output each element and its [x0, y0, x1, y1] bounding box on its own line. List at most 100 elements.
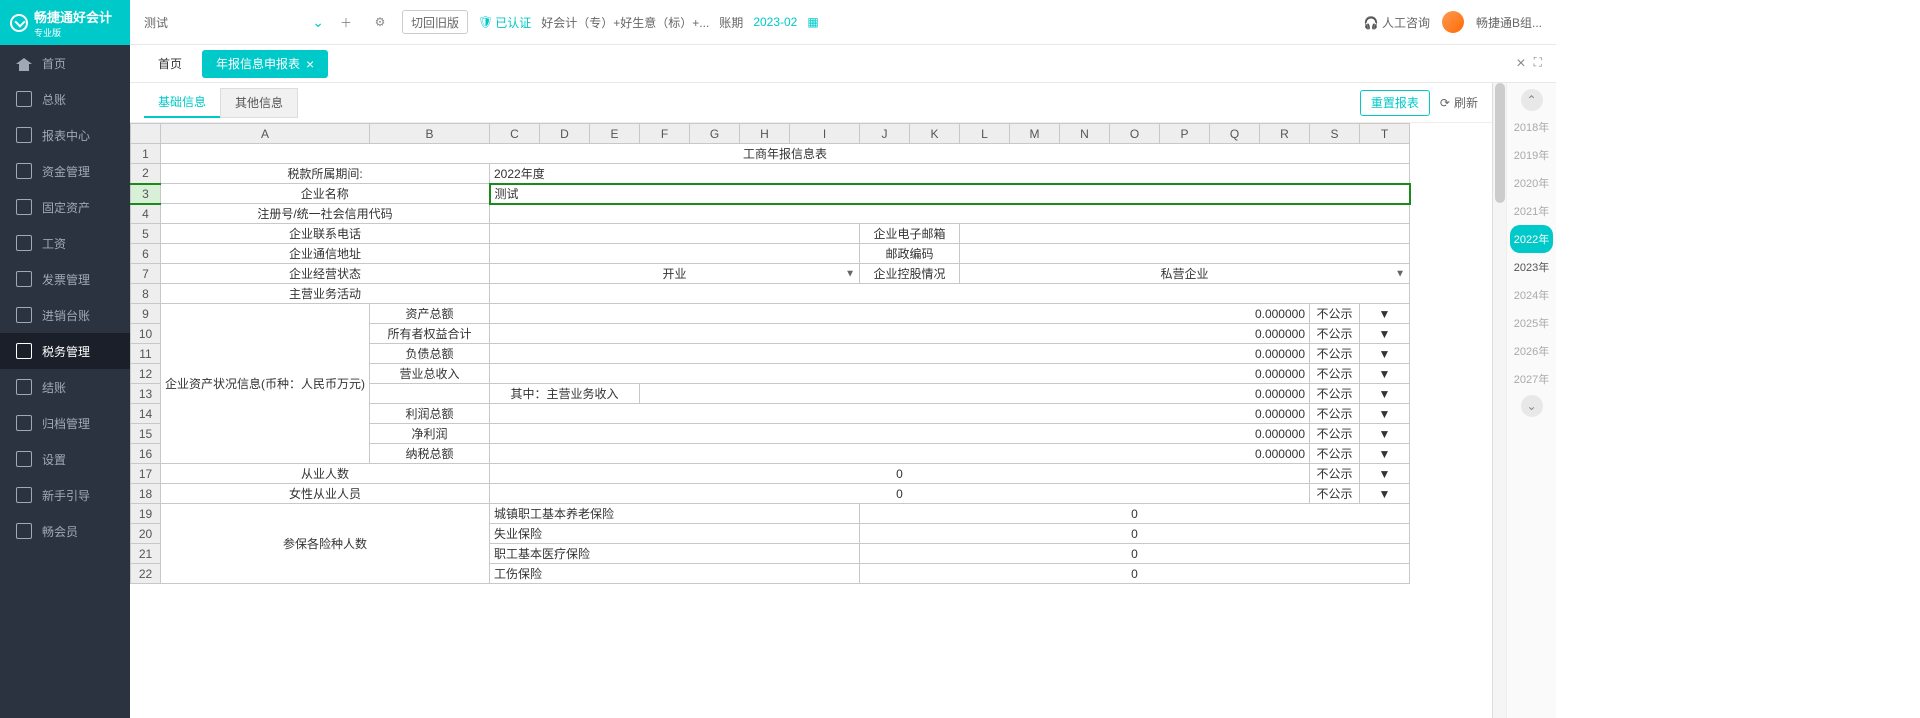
- col-Q[interactable]: Q: [1210, 124, 1260, 144]
- disclose-arrow-18[interactable]: ▼: [1360, 484, 1410, 504]
- disclose-13[interactable]: 不公示: [1310, 384, 1360, 404]
- nav-stock[interactable]: 进销台账: [0, 297, 130, 333]
- col-N[interactable]: N: [1060, 124, 1110, 144]
- year-2025年[interactable]: 2025年: [1510, 309, 1553, 337]
- scrollbar-thumb[interactable]: [1495, 83, 1505, 203]
- year-up-button[interactable]: ⌃: [1521, 89, 1543, 111]
- disclose-arrow-11[interactable]: ▼: [1360, 344, 1410, 364]
- mainbiz-cell[interactable]: [490, 284, 1410, 304]
- disclose-10[interactable]: 不公示: [1310, 324, 1360, 344]
- row-12[interactable]: 12: [131, 364, 161, 384]
- col-K[interactable]: K: [910, 124, 960, 144]
- year-2018年[interactable]: 2018年: [1510, 113, 1553, 141]
- row-1[interactable]: 1: [131, 144, 161, 164]
- year-2020年[interactable]: 2020年: [1510, 169, 1553, 197]
- row-8[interactable]: 8: [131, 284, 161, 304]
- close-icon[interactable]: ×: [306, 56, 314, 72]
- disclose-arrow-17[interactable]: ▼: [1360, 464, 1410, 484]
- col-F[interactable]: F: [640, 124, 690, 144]
- holding-select[interactable]: 私营企业▼: [960, 264, 1410, 284]
- row-15[interactable]: 15: [131, 424, 161, 444]
- nav-salary[interactable]: 工资: [0, 225, 130, 261]
- user-name[interactable]: 畅捷通B组...: [1476, 14, 1542, 31]
- nav-fund[interactable]: 资金管理: [0, 153, 130, 189]
- col-E[interactable]: E: [590, 124, 640, 144]
- row-3[interactable]: 3: [131, 184, 161, 204]
- mainbiz-income-value[interactable]: 0.000000: [640, 384, 1310, 404]
- disclose-12[interactable]: 不公示: [1310, 364, 1360, 384]
- col-I[interactable]: I: [790, 124, 860, 144]
- insurance-value-21[interactable]: 0: [860, 544, 1410, 564]
- period-value[interactable]: 2023-02: [753, 15, 797, 29]
- insurance-value-22[interactable]: 0: [860, 564, 1410, 584]
- year-2019年[interactable]: 2019年: [1510, 141, 1553, 169]
- col-R[interactable]: R: [1260, 124, 1310, 144]
- avatar[interactable]: [1442, 11, 1464, 33]
- addr-cell[interactable]: [490, 244, 860, 264]
- period-value-cell[interactable]: 2022年度: [490, 164, 1410, 184]
- col-S[interactable]: S: [1310, 124, 1360, 144]
- row-20[interactable]: 20: [131, 524, 161, 544]
- row-6[interactable]: 6: [131, 244, 161, 264]
- employee-value[interactable]: 0: [490, 464, 1310, 484]
- disclose-arrow-12[interactable]: ▼: [1360, 364, 1410, 384]
- reset-button[interactable]: 重置报表: [1360, 90, 1430, 116]
- nav-guide[interactable]: 新手引导: [0, 477, 130, 513]
- row-16[interactable]: 16: [131, 444, 161, 464]
- year-down-button[interactable]: ⌄: [1521, 395, 1543, 417]
- tab-annual-report[interactable]: 年报信息申报表 ×: [202, 50, 328, 78]
- nav-home[interactable]: 首页: [0, 45, 130, 81]
- nav-invoice[interactable]: 发票管理: [0, 261, 130, 297]
- close-all-icon[interactable]: ×: [1516, 55, 1525, 73]
- disclose-arrow-16[interactable]: ▼: [1360, 444, 1410, 464]
- col-G[interactable]: G: [690, 124, 740, 144]
- row-11[interactable]: 11: [131, 344, 161, 364]
- zip-cell[interactable]: [960, 244, 1410, 264]
- female-value[interactable]: 0: [490, 484, 1310, 504]
- col-H[interactable]: H: [740, 124, 790, 144]
- col-J[interactable]: J: [860, 124, 910, 144]
- metric-value-14[interactable]: 0.000000: [490, 404, 1310, 424]
- row-7[interactable]: 7: [131, 264, 161, 284]
- phone-cell[interactable]: [490, 224, 860, 244]
- nav-close[interactable]: 结账: [0, 369, 130, 405]
- disclose-16[interactable]: 不公示: [1310, 444, 1360, 464]
- disclose-14[interactable]: 不公示: [1310, 404, 1360, 424]
- disclose-18[interactable]: 不公示: [1310, 484, 1360, 504]
- year-2024年[interactable]: 2024年: [1510, 281, 1553, 309]
- row-17[interactable]: 17: [131, 464, 161, 484]
- nav-tax[interactable]: 税务管理: [0, 333, 130, 369]
- row-14[interactable]: 14: [131, 404, 161, 424]
- col-O[interactable]: O: [1110, 124, 1160, 144]
- metric-value-16[interactable]: 0.000000: [490, 444, 1310, 464]
- metric-value-12[interactable]: 0.000000: [490, 364, 1310, 384]
- expand-icon[interactable]: ⛶: [1534, 55, 1542, 73]
- year-2022年[interactable]: 2022年: [1510, 225, 1553, 253]
- col-D[interactable]: D: [540, 124, 590, 144]
- nav-archive[interactable]: 归档管理: [0, 405, 130, 441]
- nav-vip[interactable]: 畅会员: [0, 513, 130, 549]
- metric-value-10[interactable]: 0.000000: [490, 324, 1310, 344]
- col-T[interactable]: T: [1360, 124, 1410, 144]
- col-A[interactable]: A: [161, 124, 370, 144]
- row-10[interactable]: 10: [131, 324, 161, 344]
- metric-value-11[interactable]: 0.000000: [490, 344, 1310, 364]
- company-select[interactable]: 测试 ⌄: [144, 8, 324, 36]
- metric-value-15[interactable]: 0.000000: [490, 424, 1310, 444]
- row-4[interactable]: 4: [131, 204, 161, 224]
- year-2023年[interactable]: 2023年: [1510, 253, 1553, 281]
- refresh-button[interactable]: ⟳ 刷新: [1440, 94, 1478, 111]
- year-2026年[interactable]: 2026年: [1510, 337, 1553, 365]
- nav-ledger[interactable]: 总账: [0, 81, 130, 117]
- disclose-arrow-10[interactable]: ▼: [1360, 324, 1410, 344]
- status-select[interactable]: 开业▼: [490, 264, 860, 284]
- row-2[interactable]: 2: [131, 164, 161, 184]
- company-name-cell[interactable]: 测试: [490, 184, 1410, 204]
- calendar-icon[interactable]: ▦: [807, 15, 818, 29]
- disclose-arrow-15[interactable]: ▼: [1360, 424, 1410, 444]
- disclose-arrow-13[interactable]: ▼: [1360, 384, 1410, 404]
- switch-old-button[interactable]: 切回旧版: [402, 10, 468, 34]
- metric-value-9[interactable]: 0.000000: [490, 304, 1310, 324]
- col-M[interactable]: M: [1010, 124, 1060, 144]
- disclose-9[interactable]: 不公示: [1310, 304, 1360, 324]
